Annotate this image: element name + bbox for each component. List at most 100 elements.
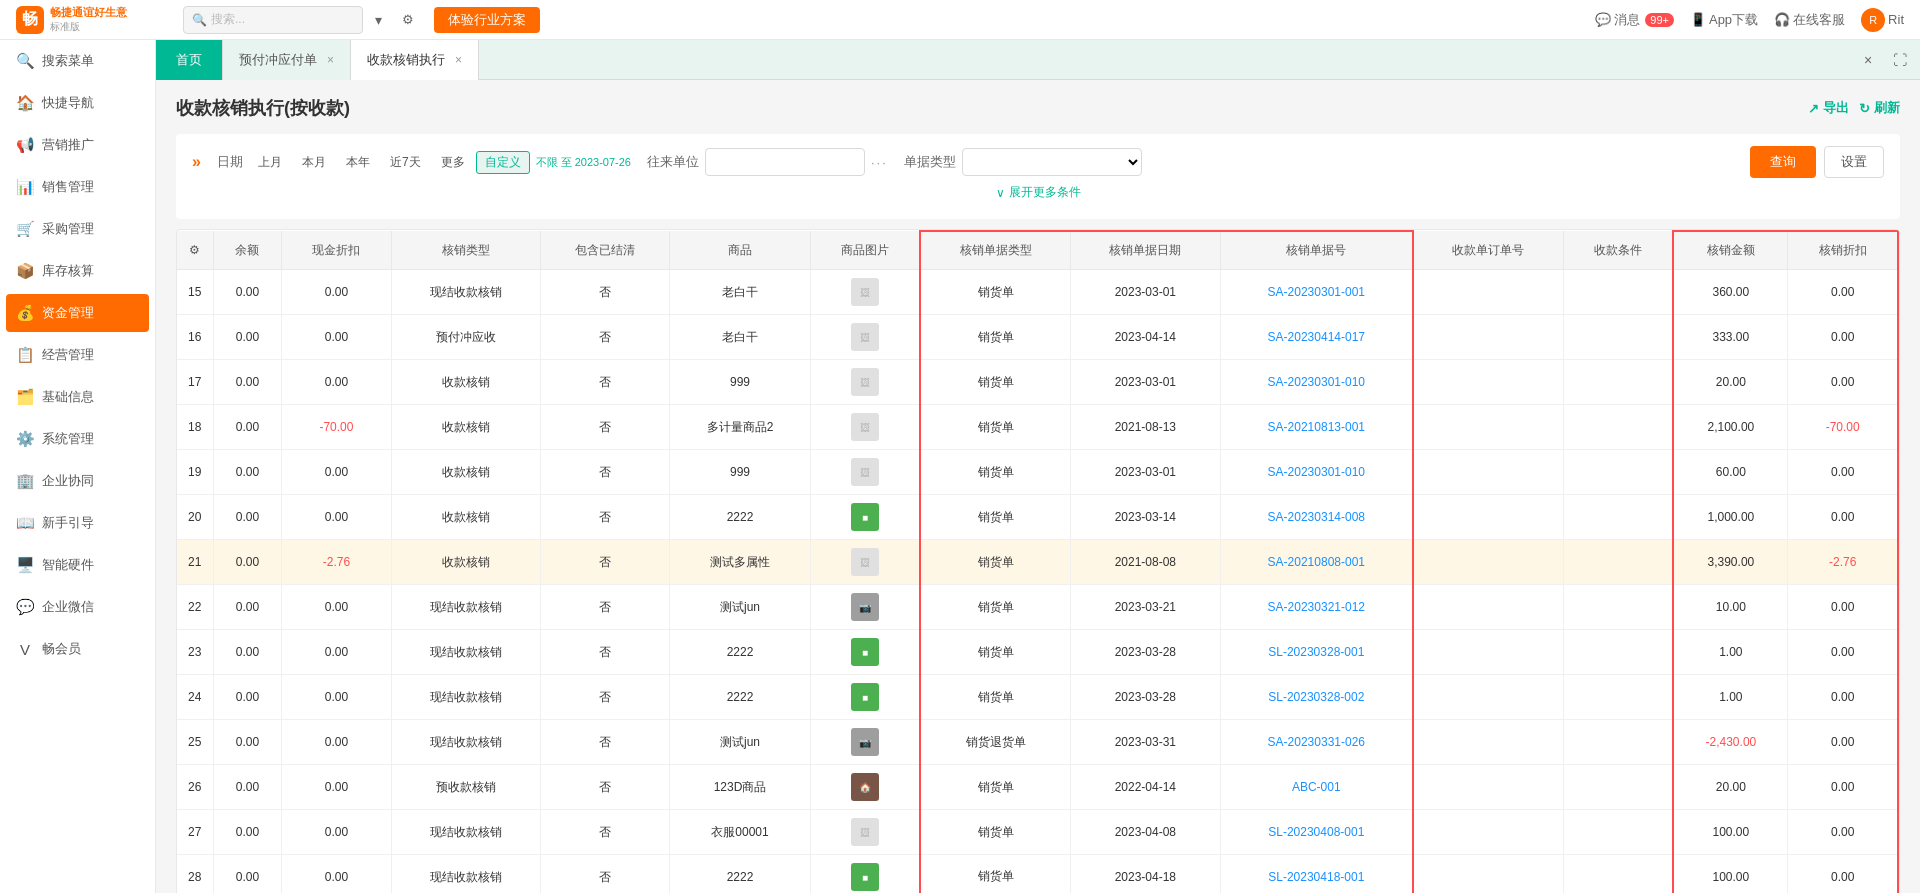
- tabbar: 首页 预付冲应付单 × 收款核销执行 × × ⛶: [156, 40, 1920, 80]
- sidebar-item-label: 库存核算: [42, 262, 94, 280]
- cell-voucher-date: 2022-04-14: [1071, 765, 1220, 810]
- expand-icon: ∨: [996, 186, 1005, 200]
- data-table: ⚙ 余额 现金折扣 核销类型 包含已结清 商品 商品图片 核销单据类型 核销单据…: [177, 230, 1899, 893]
- app-icon: 📱: [1690, 12, 1706, 27]
- cell-type: 预收款核销: [391, 765, 540, 810]
- maximize-icon[interactable]: ⛶: [1888, 48, 1912, 72]
- cell-goods: 2222: [670, 630, 811, 675]
- main-area: 首页 预付冲应付单 × 收款核销执行 × × ⛶ 收款核销执行(按收款) ↗: [156, 40, 1920, 893]
- filter-double-arrow[interactable]: »: [192, 153, 201, 171]
- user-info[interactable]: R Rit: [1861, 8, 1904, 32]
- voucher-no-link[interactable]: SA-20230314-008: [1268, 510, 1365, 524]
- sidebar-item-sales[interactable]: 📊 销售管理: [0, 166, 155, 208]
- col-discount: 核销折扣: [1788, 231, 1898, 270]
- tab-prepay[interactable]: 预付冲应付单 ×: [223, 40, 351, 80]
- cell-order-no: [1413, 675, 1563, 720]
- online-service[interactable]: 🎧 在线客服: [1774, 11, 1845, 29]
- sidebar-item-label: 畅会员: [42, 640, 81, 658]
- basic-icon: 🗂️: [16, 388, 34, 406]
- sidebar-item-nav[interactable]: 🏠 快捷导航: [0, 82, 155, 124]
- voucher-no-link[interactable]: SL-20230418-001: [1268, 870, 1364, 884]
- filter-date-more[interactable]: 更多: [432, 151, 474, 174]
- sidebar-item-corp[interactable]: 🏢 企业协同: [0, 460, 155, 502]
- sidebar-item-hardware[interactable]: 🖥️ 智能硬件: [0, 544, 155, 586]
- voucher-no-link[interactable]: SA-20230321-012: [1268, 600, 1365, 614]
- cell-voucher-date: 2023-03-01: [1071, 360, 1220, 405]
- filter-source-input[interactable]: [705, 148, 865, 176]
- filter-date-last-month[interactable]: 上月: [249, 151, 291, 174]
- cell-amount: 333.00: [1673, 315, 1788, 360]
- col-condition: 收款条件: [1563, 231, 1673, 270]
- voucher-no-link[interactable]: SL-20230328-002: [1268, 690, 1364, 704]
- sidebar-item-member[interactable]: V 畅会员: [0, 628, 155, 670]
- sidebar-item-basic[interactable]: 🗂️ 基础信息: [0, 376, 155, 418]
- filter-date-this-month[interactable]: 本月: [293, 151, 335, 174]
- cell-condition: [1563, 360, 1673, 405]
- query-button[interactable]: 查询: [1750, 146, 1816, 178]
- voucher-no-link[interactable]: SA-20230301-001: [1268, 285, 1365, 299]
- product-image: 🖼: [851, 413, 879, 441]
- voucher-no-link[interactable]: ABC-001: [1292, 780, 1341, 794]
- cell-type: 现结收款核销: [391, 675, 540, 720]
- gear-icon[interactable]: ⚙: [394, 6, 422, 34]
- filter-date-this-year[interactable]: 本年: [337, 151, 379, 174]
- sidebar-item-label: 基础信息: [42, 388, 94, 406]
- filter-voucher-type: 单据类型: [904, 148, 1142, 176]
- sidebar-item-ops[interactable]: 📋 经营管理: [0, 334, 155, 376]
- cell-voucher-type: 销货单: [920, 585, 1070, 630]
- dropdown-arrow[interactable]: ▾: [375, 12, 382, 28]
- product-image: 🖼: [851, 548, 879, 576]
- topbar-search[interactable]: 🔍 搜索...: [183, 6, 363, 34]
- voucher-no-link[interactable]: SL-20230408-001: [1268, 825, 1364, 839]
- voucher-no-link[interactable]: SA-20210813-001: [1268, 420, 1365, 434]
- tab-receipt-close[interactable]: ×: [455, 53, 462, 67]
- filter-voucher-select[interactable]: [962, 148, 1142, 176]
- app-download[interactable]: 📱 App下载: [1690, 11, 1758, 29]
- col-settings[interactable]: ⚙: [177, 231, 213, 270]
- cell-voucher-date: 2023-04-18: [1071, 855, 1220, 894]
- purchase-icon: 🛒: [16, 220, 34, 238]
- cell-condition: [1563, 315, 1673, 360]
- voucher-no-link[interactable]: SA-20210808-001: [1268, 555, 1365, 569]
- close-window-icon[interactable]: ×: [1856, 48, 1880, 72]
- cell-discount: 0.00: [1788, 765, 1898, 810]
- expand-button[interactable]: ∨ 展开更多条件: [996, 184, 1081, 201]
- sidebar-item-marketing[interactable]: 📢 营销推广: [0, 124, 155, 166]
- cell-goods-img: ■: [810, 675, 920, 720]
- settings-button[interactable]: 设置: [1824, 146, 1884, 178]
- message-area[interactable]: 💬 消息 99+: [1595, 11, 1674, 29]
- industry-solution-button[interactable]: 体验行业方案: [434, 7, 540, 33]
- voucher-no-link[interactable]: SA-20230301-010: [1268, 375, 1365, 389]
- filter-date-custom[interactable]: 自定义: [476, 151, 530, 174]
- voucher-no-link[interactable]: SA-20230414-017: [1268, 330, 1365, 344]
- tab-home[interactable]: 首页: [156, 40, 223, 80]
- cell-no: 15: [177, 270, 213, 315]
- sidebar-item-guide[interactable]: 📖 新手引导: [0, 502, 155, 544]
- sidebar-item-system[interactable]: ⚙️ 系统管理: [0, 418, 155, 460]
- refresh-button[interactable]: ↻ 刷新: [1859, 99, 1900, 117]
- tab-prepay-close[interactable]: ×: [327, 53, 334, 67]
- product-image: ■: [851, 503, 879, 531]
- sidebar-item-label: 资金管理: [42, 304, 94, 322]
- export-button[interactable]: ↗ 导出: [1808, 99, 1849, 117]
- sidebar-item-wechat[interactable]: 💬 企业微信: [0, 586, 155, 628]
- voucher-no-link[interactable]: SA-20230301-010: [1268, 465, 1365, 479]
- cell-goods: 999: [670, 450, 811, 495]
- voucher-no-link[interactable]: SA-20230331-026: [1268, 735, 1365, 749]
- cell-balance: 0.00: [213, 495, 282, 540]
- sidebar-item-search[interactable]: 🔍 搜索菜单: [0, 40, 155, 82]
- tab-receipt[interactable]: 收款核销执行 ×: [351, 40, 479, 80]
- cell-discount: 0.00: [1788, 585, 1898, 630]
- sidebar-item-purchase[interactable]: 🛒 采购管理: [0, 208, 155, 250]
- col-amount: 核销金额: [1673, 231, 1788, 270]
- cell-settled: 否: [540, 405, 669, 450]
- cell-order-no: [1413, 270, 1563, 315]
- voucher-no-link[interactable]: SL-20230328-001: [1268, 645, 1364, 659]
- sidebar-item-label: 企业协同: [42, 472, 94, 490]
- cell-settled: 否: [540, 855, 669, 894]
- sidebar-item-finance[interactable]: 💰 资金管理: [6, 294, 149, 332]
- sidebar-item-inventory[interactable]: 📦 库存核算: [0, 250, 155, 292]
- filter-date-7days[interactable]: 近7天: [381, 151, 430, 174]
- cell-amount: 100.00: [1673, 855, 1788, 894]
- cell-voucher-type: 销货单: [920, 675, 1070, 720]
